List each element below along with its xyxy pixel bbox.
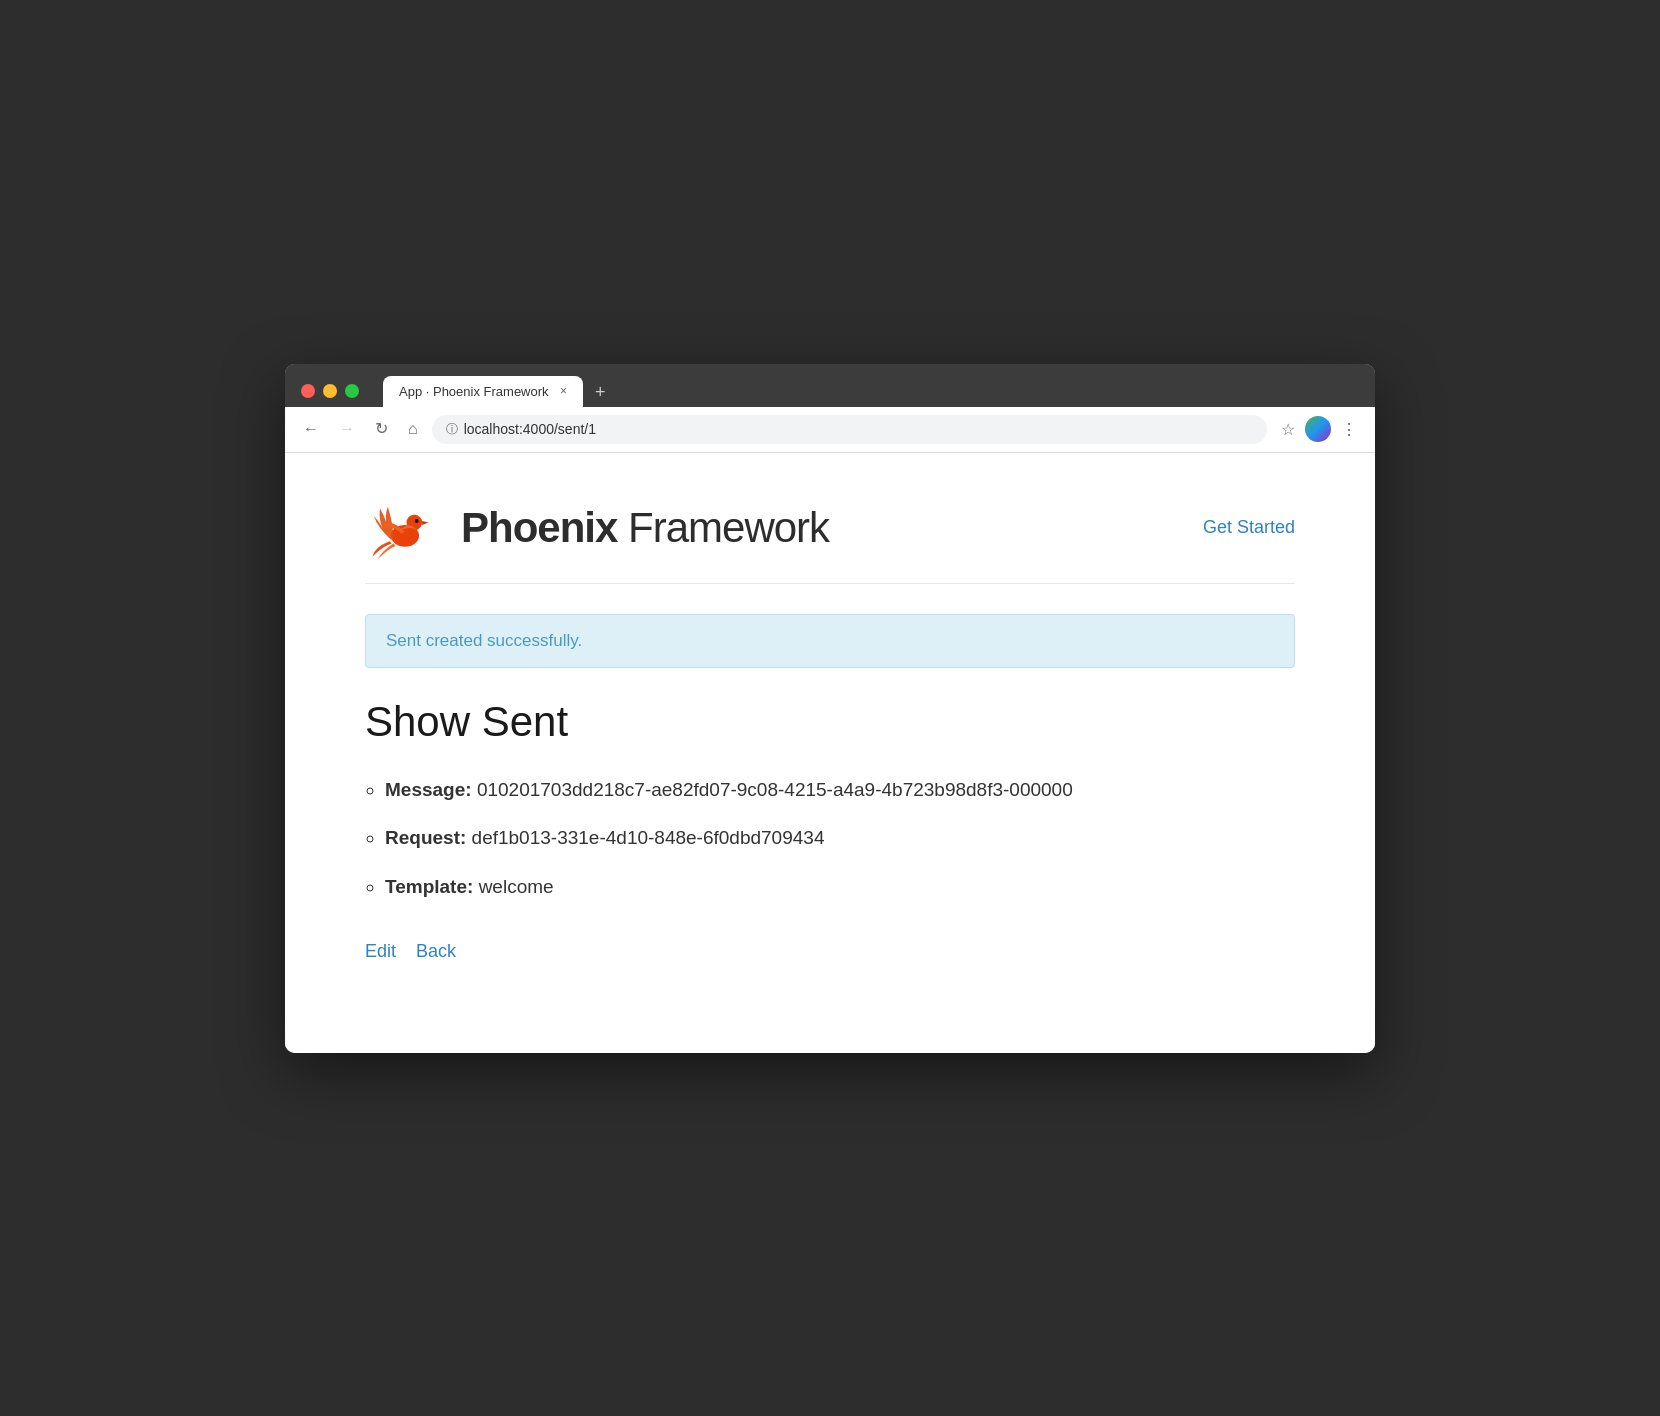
url-display: localhost:4000/sent/1 (464, 421, 596, 437)
field-label-request: Request: (385, 827, 466, 848)
maximize-button[interactable] (345, 384, 359, 398)
flash-message: Sent created successfully. (365, 614, 1295, 668)
field-label-message: Message: (385, 779, 472, 800)
bookmark-button[interactable]: ☆ (1275, 416, 1301, 443)
toolbar-actions: ☆ ⋮ (1275, 416, 1363, 443)
edit-link[interactable]: Edit (365, 941, 396, 962)
new-tab-button[interactable]: + (583, 378, 618, 407)
minimize-button[interactable] (323, 384, 337, 398)
browser-chrome: App · Phoenix Framework × + ← → ↻ ⌂ ⓘ lo… (285, 364, 1375, 453)
list-item: Template: welcome (385, 873, 1295, 902)
close-button[interactable] (301, 384, 315, 398)
list-item: Request: def1b013-331e-4d10-848e-6f0dbd7… (385, 824, 1295, 853)
page-content: Phoenix Framework Get Started Sent creat… (285, 453, 1375, 1053)
svg-marker-2 (422, 521, 428, 525)
reload-button[interactable]: ↻ (369, 417, 394, 441)
back-nav-button[interactable]: ← (297, 417, 325, 441)
home-button[interactable]: ⌂ (402, 417, 424, 441)
flash-text: Sent created successfully. (386, 631, 582, 650)
security-icon: ⓘ (446, 421, 458, 438)
active-tab[interactable]: App · Phoenix Framework × (383, 376, 583, 407)
field-label-template: Template: (385, 876, 473, 897)
svg-point-3 (415, 519, 419, 523)
field-value-message: 010201703dd218c7-ae82fd07-9c08-4215-a4a9… (477, 779, 1073, 800)
window-controls (301, 384, 359, 398)
address-bar[interactable]: ⓘ localhost:4000/sent/1 (432, 415, 1267, 444)
titlebar: App · Phoenix Framework × + (285, 364, 1375, 407)
browser-toolbar: ← → ↻ ⌂ ⓘ localhost:4000/sent/1 ☆ ⋮ (285, 407, 1375, 453)
back-link[interactable]: Back (416, 941, 456, 962)
action-links: Edit Back (365, 941, 1295, 962)
page-title: Show Sent (365, 698, 1295, 746)
profile-avatar[interactable] (1305, 416, 1331, 442)
logo-text: Phoenix Framework (461, 504, 829, 552)
browser-window: App · Phoenix Framework × + ← → ↻ ⌂ ⓘ lo… (285, 364, 1375, 1053)
list-item: Message: 010201703dd218c7-ae82fd07-9c08-… (385, 776, 1295, 805)
tab-close-icon[interactable]: × (560, 384, 567, 398)
logo-light: Framework (617, 504, 829, 551)
field-value-template: welcome (479, 876, 554, 897)
tab-title: App · Phoenix Framework (399, 384, 549, 399)
field-value-request: def1b013-331e-4d10-848e-6f0dbd709434 (472, 827, 825, 848)
data-list: Message: 010201703dd218c7-ae82fd07-9c08-… (365, 776, 1295, 902)
phoenix-logo-icon (365, 493, 445, 563)
site-header: Phoenix Framework Get Started (365, 493, 1295, 584)
tab-bar: App · Phoenix Framework × + (383, 376, 1359, 407)
get-started-link[interactable]: Get Started (1203, 517, 1295, 538)
forward-nav-button[interactable]: → (333, 417, 361, 441)
logo-bold: Phoenix (461, 504, 617, 551)
menu-button[interactable]: ⋮ (1335, 416, 1363, 443)
logo-area: Phoenix Framework (365, 493, 829, 563)
